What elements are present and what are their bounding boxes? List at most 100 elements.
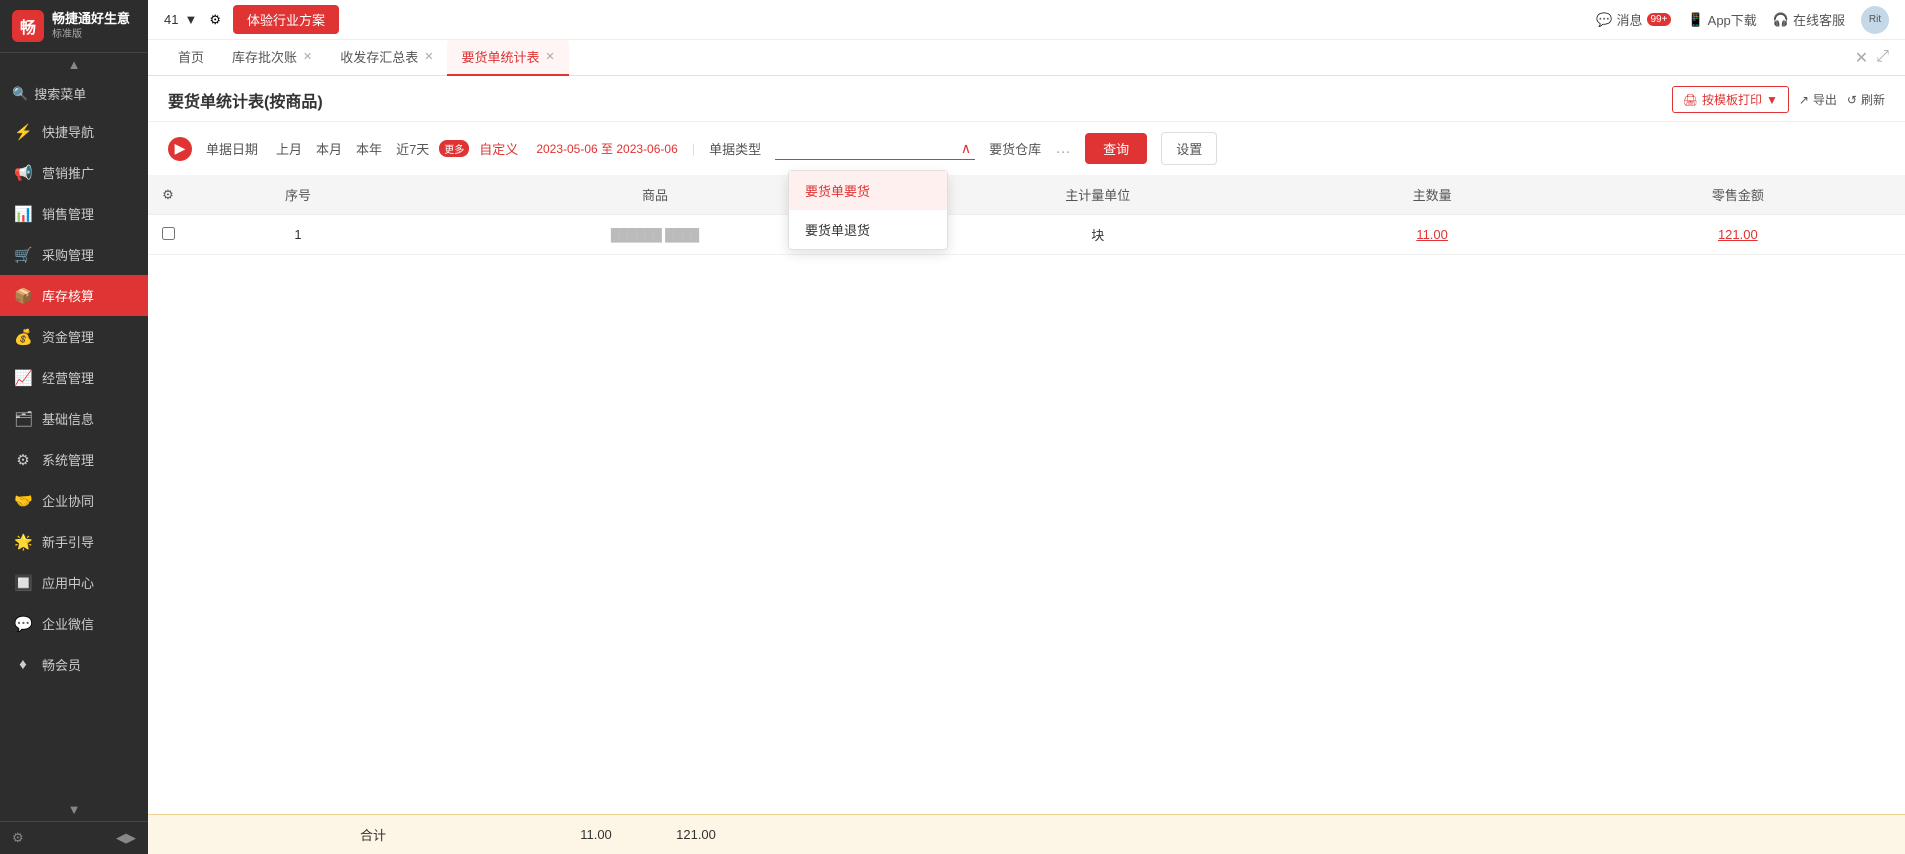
sidebar-item-finance[interactable]: 💰资金管理 bbox=[0, 316, 148, 357]
col-amount: 零售金额 bbox=[1571, 175, 1905, 215]
tab-close-order-summary[interactable]: ✕ bbox=[546, 50, 555, 63]
sidebar-item-coop[interactable]: 🤝企业协同 bbox=[0, 480, 148, 521]
date-more-badge[interactable]: 更多 bbox=[439, 140, 469, 157]
data-table-wrap: ⚙ 序号 商品 主计量单位 主数量 零售金额 1 ██████ ████ 块 1… bbox=[148, 175, 1905, 814]
refresh-label: 刷新 bbox=[1861, 91, 1885, 108]
dropdown-item-order-return[interactable]: 要货单退货 bbox=[789, 210, 947, 249]
print-icon: 🖨 bbox=[1683, 93, 1698, 107]
app-label: App下载 bbox=[1708, 10, 1757, 29]
page-title: 要货单统计表(按商品) bbox=[168, 88, 323, 112]
nav-label-inventory: 库存核算 bbox=[42, 286, 94, 305]
search-label: 搜索菜单 bbox=[34, 84, 86, 103]
export-btn[interactable]: ↗ 导出 bbox=[1799, 91, 1837, 108]
main-area: 41 ▼ ⚙ 体验行业方案 💬 消息 99+ 📱 App下载 🎧 在线客服 Ri… bbox=[148, 0, 1905, 854]
sidebar-item-guide[interactable]: 🌟新手引导 bbox=[0, 521, 148, 562]
sidebar-item-apps[interactable]: 🔲应用中心 bbox=[0, 562, 148, 603]
sidebar-item-wechat[interactable]: 💬企业微信 bbox=[0, 603, 148, 644]
topbar-settings-icon[interactable]: ⚙ bbox=[209, 12, 221, 28]
sidebar-scroll-up[interactable]: ▲ bbox=[0, 53, 148, 76]
sidebar-item-inventory[interactable]: 📦 库存核算 bbox=[0, 275, 148, 316]
table-header-row: ⚙ 序号 商品 主计量单位 主数量 零售金额 bbox=[148, 175, 1905, 215]
sidebar-item-quick-nav[interactable]: ⚡快捷导航 bbox=[0, 111, 148, 152]
nav-label-member: 畅会员 bbox=[42, 655, 81, 674]
sidebar-item-basic[interactable]: 🗂基础信息 bbox=[0, 398, 148, 439]
dropdown-item-order-goods[interactable]: 要货单要货 bbox=[789, 171, 947, 210]
nav-icon-marketing: 📢 bbox=[14, 164, 32, 182]
search-btn[interactable]: 查询 bbox=[1085, 133, 1147, 164]
type-dropdown-menu: 要货单要货 要货单退货 bbox=[788, 170, 948, 250]
template-print-btn[interactable]: 🖨 按模板打印 ▼ bbox=[1672, 86, 1789, 113]
logo-icon: 畅 bbox=[12, 10, 44, 42]
store-selector[interactable]: 41 ▼ bbox=[164, 12, 197, 27]
filter-toggle-btn[interactable]: ▶ bbox=[168, 137, 192, 161]
tab-label-invoice-summary: 收发存汇总表 bbox=[340, 47, 418, 66]
sidebar-nav: ⚡快捷导航 📢 营销推广 📊销售管理🛒采购管理 📦 库存核算 💰资金管理📈经营管理🗂基础信息… bbox=[0, 111, 148, 798]
refresh-btn[interactable]: ↺ 刷新 bbox=[1847, 91, 1885, 108]
message-btn[interactable]: 💬 消息 99+ bbox=[1596, 10, 1671, 29]
cell-qty[interactable]: 11.00 bbox=[1294, 215, 1571, 255]
topbar-right: 💬 消息 99+ 📱 App下载 🎧 在线客服 Rit bbox=[1596, 6, 1889, 34]
tab-label-home: 首页 bbox=[178, 47, 204, 66]
tab-batch-account[interactable]: 库存批次账 ✕ bbox=[218, 40, 326, 76]
message-label: 消息 bbox=[1616, 10, 1642, 29]
nav-icon-finance: 💰 bbox=[14, 328, 32, 346]
industry-btn[interactable]: 体验行业方案 bbox=[233, 5, 339, 34]
expand-icon[interactable]: ▼ bbox=[1766, 93, 1778, 107]
sidebar-search[interactable]: 🔍 搜索菜单 bbox=[0, 76, 148, 111]
message-icon: 💬 bbox=[1596, 12, 1612, 28]
logo-title: 畅捷通好生意 bbox=[52, 11, 130, 28]
date-curr-month[interactable]: 本月 bbox=[312, 137, 346, 160]
tabs-bar: 首页库存批次账✕收发存汇总表✕要货单统计表✕ ✕ ⤢ bbox=[148, 40, 1905, 76]
window-btns: ✕ ⤢ bbox=[1855, 48, 1889, 68]
sidebar-item-marketing[interactable]: 📢 营销推广 bbox=[0, 152, 148, 193]
date-prev-month[interactable]: 上月 bbox=[272, 137, 306, 160]
date-curr-year[interactable]: 本年 bbox=[352, 137, 386, 160]
nav-icon-apps: 🔲 bbox=[14, 574, 32, 592]
nav-label-marketing: 营销推广 bbox=[42, 163, 94, 182]
cell-amount[interactable]: 121.00 bbox=[1571, 215, 1905, 255]
type-select-wrap[interactable]: ∧ bbox=[775, 138, 975, 160]
sidebar-scroll-down[interactable]: ▼ bbox=[0, 798, 148, 821]
nav-icon-system: ⚙ bbox=[14, 451, 32, 469]
footer-label: 合计 bbox=[360, 825, 386, 844]
tab-close-invoice-summary[interactable]: ✕ bbox=[424, 50, 433, 63]
avatar[interactable]: Rit bbox=[1861, 6, 1889, 34]
cell-unit: 块 bbox=[902, 215, 1293, 255]
service-btn[interactable]: 🎧 在线客服 bbox=[1773, 10, 1845, 29]
type-input[interactable] bbox=[779, 141, 961, 156]
collapse-icon[interactable]: ◀▶ bbox=[116, 830, 136, 846]
sidebar-item-sales[interactable]: 📊销售管理 bbox=[0, 193, 148, 234]
warehouse-dots[interactable]: … bbox=[1055, 140, 1071, 158]
sidebar-item-system[interactable]: ⚙系统管理 bbox=[0, 439, 148, 480]
col-settings-icon[interactable]: ⚙ bbox=[162, 187, 174, 202]
resize-window-btn[interactable]: ⤢ bbox=[1876, 48, 1889, 68]
tab-label-batch-account: 库存批次账 bbox=[232, 47, 297, 66]
col-settings[interactable]: ⚙ bbox=[148, 175, 188, 215]
sidebar-bottom[interactable]: ⚙ ◀▶ bbox=[0, 821, 148, 854]
footer-amount: 121.00 bbox=[646, 827, 746, 842]
store-dropdown-icon[interactable]: ▼ bbox=[184, 12, 197, 27]
close-window-btn[interactable]: ✕ bbox=[1855, 48, 1868, 68]
app-download-btn[interactable]: 📱 App下载 bbox=[1687, 10, 1756, 29]
nav-icon-guide: 🌟 bbox=[14, 533, 32, 551]
set-btn[interactable]: 设置 bbox=[1161, 132, 1217, 165]
filter-bar: ▶ 单据日期 上月 本月 本年 近7天 更多 自定义 2023-05-06 至 … bbox=[148, 121, 1905, 175]
date-custom[interactable]: 自定义 bbox=[475, 137, 522, 160]
warehouse-label: 要货仓库 bbox=[989, 139, 1041, 158]
nav-icon-inventory: 📦 bbox=[14, 287, 32, 305]
message-badge: 99+ bbox=[1647, 13, 1672, 26]
sidebar-item-operation[interactable]: 📈经营管理 bbox=[0, 357, 148, 398]
page-actions: 🖨 按模板打印 ▼ ↗ 导出 ↺ 刷新 bbox=[1672, 86, 1885, 113]
tab-close-batch-account[interactable]: ✕ bbox=[303, 50, 312, 63]
type-dropdown-arrow[interactable]: ∧ bbox=[961, 140, 971, 157]
tab-home[interactable]: 首页 bbox=[164, 40, 218, 76]
store-num: 41 bbox=[164, 12, 178, 27]
cell-checkbox[interactable] bbox=[148, 215, 188, 255]
sidebar-item-member[interactable]: ♦畅会员 bbox=[0, 644, 148, 685]
tab-order-summary[interactable]: 要货单统计表✕ bbox=[447, 40, 568, 76]
logo-text: 畅捷通好生意 标准版 bbox=[52, 11, 130, 41]
date-7days[interactable]: 近7天 bbox=[392, 137, 433, 160]
tab-invoice-summary[interactable]: 收发存汇总表 ✕ bbox=[326, 40, 447, 76]
sidebar-item-purchase[interactable]: 🛒采购管理 bbox=[0, 234, 148, 275]
settings-icon[interactable]: ⚙ bbox=[12, 830, 24, 846]
